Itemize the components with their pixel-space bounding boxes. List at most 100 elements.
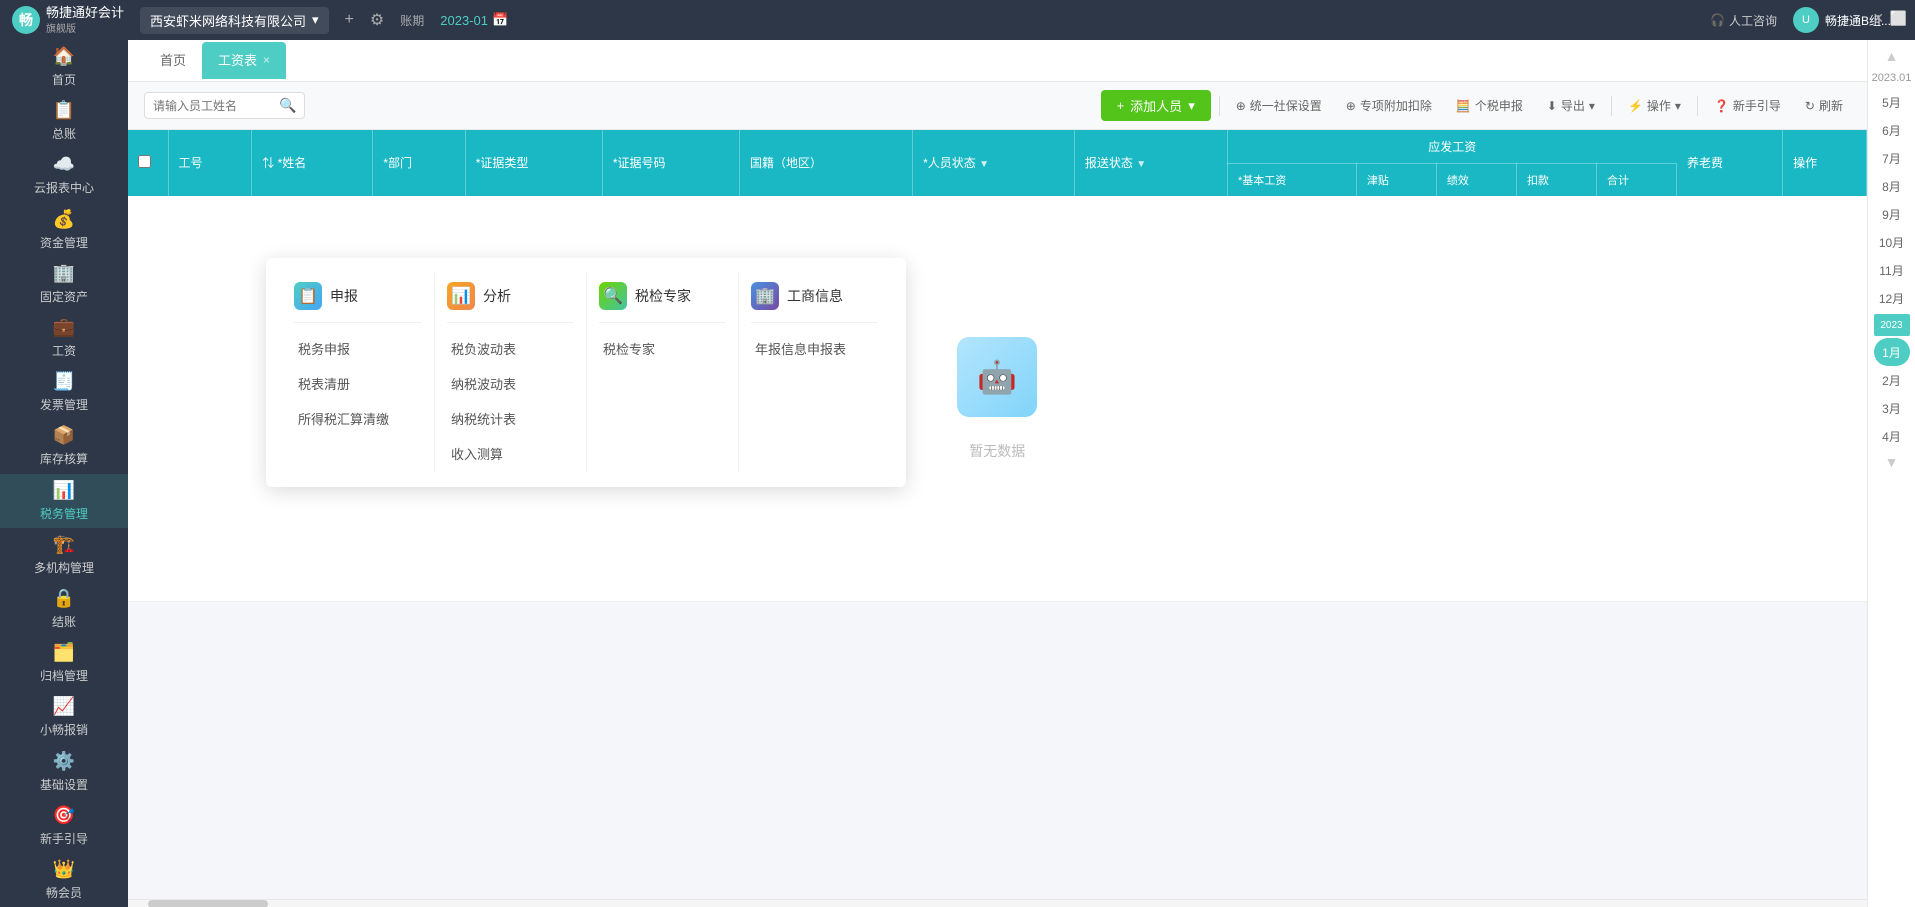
check-all[interactable] — [138, 155, 151, 168]
calendar-icon[interactable]: 📅 — [492, 12, 508, 28]
menu-item-tax-wave[interactable]: 税负波动表 — [447, 331, 574, 366]
extra-deduction-button[interactable]: ⊕ 专项附加扣除 — [1338, 92, 1440, 119]
main-layout: 🏠 首页 📋 总账 ☁️ 云报表中心 💰 资金管理 🏢 固定资产 💼 工资 🧾 … — [0, 40, 1915, 907]
sidebar-item-inventory[interactable]: 📦 库存核算 — [0, 419, 128, 473]
sidebar-item-archive[interactable]: 🗂️ 归档管理 — [0, 636, 128, 690]
sidebar-item-member[interactable]: 👑 畅会员 — [0, 853, 128, 907]
archive-icon: 🗂️ — [53, 642, 75, 663]
menu-item-tax-declare[interactable]: 税务申报 — [294, 331, 422, 366]
bottom-scrollbar[interactable] — [128, 899, 1867, 907]
menu-item-tax-flow[interactable]: 纳税波动表 — [447, 366, 574, 401]
month-item-6[interactable]: 6月 — [1874, 116, 1910, 144]
sidebar-label-home: 首页 — [52, 71, 76, 88]
menu-item-annual-report[interactable]: 年报信息申报表 — [751, 331, 878, 366]
panel-arrow-up[interactable]: ▲ — [1881, 44, 1903, 68]
sidebar-item-multi[interactable]: 🏗️ 多机构管理 — [0, 528, 128, 582]
settings-icon[interactable]: ⚙ — [370, 10, 384, 30]
guide-btn-icon: ❓ — [1714, 99, 1729, 113]
sidebar-label-settings: 基础设置 — [40, 776, 88, 793]
col-total: 合计 — [1596, 164, 1676, 197]
col-dept: *部门 — [373, 130, 465, 196]
social-icon: ⊕ — [1236, 99, 1246, 113]
search-input[interactable] — [153, 99, 273, 113]
tabs-bar: 首页 工资表 × — [128, 40, 1867, 82]
service-button[interactable]: 🎧 人工咨询 — [1710, 12, 1777, 29]
declaration-section-icon: 📋 — [294, 282, 322, 310]
content-area: 首页 工资表 × 🔍 + 添加人员 ▾ ⊕ 统一社保设置 — [128, 40, 1867, 907]
month-item-3[interactable]: 3月 — [1874, 394, 1910, 422]
sidebar-item-home[interactable]: 🏠 首页 — [0, 40, 128, 94]
avatar: U — [1793, 7, 1819, 33]
sidebar-item-ledger[interactable]: 📋 总账 — [0, 94, 128, 148]
add-person-button[interactable]: + 添加人员 ▾ — [1101, 90, 1211, 121]
col-allowance: 津贴 — [1356, 164, 1436, 197]
refresh-button[interactable]: ↻ 刷新 — [1797, 92, 1851, 119]
sidebar-item-tax[interactable]: 📊 税务管理 — [0, 474, 128, 528]
sidebar-label-member: 畅会员 — [46, 884, 82, 901]
panel-year-header: 2023.01 — [1872, 68, 1912, 88]
sidebar-label-archive: 归档管理 — [40, 667, 88, 684]
chevron-down-icon: ▾ — [312, 12, 319, 28]
tab-home-label: 首页 — [160, 50, 186, 69]
close-book-icon: 🔒 — [53, 588, 75, 609]
right-calendar-panel: ▲ 2023.01 5月 6月 7月 8月 9月 10月 11月 12月 202… — [1867, 40, 1915, 907]
operation-button[interactable]: ⚡ 操作 ▾ — [1620, 92, 1689, 119]
report-filter-icon[interactable]: ▼ — [1136, 159, 1146, 170]
col-status: *人员状态 ▼ — [913, 130, 1075, 196]
sidebar-item-invoice[interactable]: 🧾 发票管理 — [0, 365, 128, 419]
month-item-12[interactable]: 12月 — [1874, 284, 1910, 312]
col-base-salary: *基本工资 — [1227, 164, 1356, 197]
menu-item-tax-table[interactable]: 税表清册 — [294, 366, 422, 401]
sidebar-item-funds[interactable]: 💰 资金管理 — [0, 203, 128, 257]
headphone-icon: 🎧 — [1710, 13, 1725, 27]
panel-arrow-down[interactable]: ▼ — [1881, 450, 1903, 474]
sidebar-item-report[interactable]: 📈 小畅报销 — [0, 690, 128, 744]
col-name: ⇅ *姓名 — [252, 130, 373, 196]
sidebar-item-cloud[interactable]: ☁️ 云报表中心 — [0, 148, 128, 202]
window-close-icon[interactable]: × — [1873, 8, 1884, 29]
header-middle: + ⚙ 账期 2023-01 📅 — [345, 10, 509, 30]
scroll-thumb[interactable] — [148, 900, 268, 907]
month-item-9[interactable]: 9月 — [1874, 200, 1910, 228]
menu-section-expert: 🔍 税检专家 税检专家 — [586, 274, 738, 471]
export-button[interactable]: ⬇ 导出 ▾ — [1539, 92, 1603, 119]
multi-icon: 🏗️ — [53, 534, 75, 555]
window-maximize-icon[interactable]: ⬜ — [1890, 10, 1907, 27]
sidebar-item-salary[interactable]: 💼 工资 — [0, 311, 128, 365]
sidebar-label-assets: 固定资产 — [40, 288, 88, 305]
month-item-2[interactable]: 2月 — [1874, 366, 1910, 394]
tab-close-icon[interactable]: × — [263, 53, 270, 67]
sidebar-item-assets[interactable]: 🏢 固定资产 — [0, 257, 128, 311]
social-settings-button[interactable]: ⊕ 统一社保设置 — [1228, 92, 1330, 119]
sidebar-item-settings[interactable]: ⚙️ 基础设置 — [0, 744, 128, 798]
company-selector[interactable]: 西安虾米网络科技有限公司 ▾ — [140, 7, 329, 34]
menu-item-income-tax[interactable]: 所得税汇算清缴 — [294, 401, 422, 436]
month-item-11[interactable]: 11月 — [1874, 256, 1910, 284]
month-item-1-active[interactable]: 1月 — [1874, 338, 1910, 366]
tab-home[interactable]: 首页 — [144, 42, 202, 79]
col-check[interactable] — [128, 130, 168, 196]
new-guide-button[interactable]: ❓ 新手引导 — [1706, 92, 1789, 119]
sidebar-item-close[interactable]: 🔒 结账 — [0, 582, 128, 636]
refresh-icon: ↻ — [1805, 99, 1815, 113]
month-item-7[interactable]: 7月 — [1874, 144, 1910, 172]
menu-item-income-calc[interactable]: 收入测算 — [447, 436, 574, 471]
personal-tax-button[interactable]: 🧮 个税申报 — [1448, 92, 1531, 119]
status-filter-icon[interactable]: ▼ — [979, 159, 989, 170]
month-item-4[interactable]: 4月 — [1874, 422, 1910, 450]
month-item-10[interactable]: 10月 — [1874, 228, 1910, 256]
sidebar-item-guide[interactable]: 🎯 新手引导 — [0, 799, 128, 853]
plus-icon[interactable]: + — [345, 11, 354, 29]
menu-item-expert[interactable]: 税检专家 — [599, 331, 726, 366]
tax-dropdown-menu: 📋 申报 税务申报 税表清册 所得税汇算清缴 📊 分析 税负波动表 纳税波动表 … — [266, 258, 906, 487]
expert-title: 税检专家 — [635, 286, 691, 306]
month-item-5[interactable]: 5月 — [1874, 88, 1910, 116]
search-input-wrap: 🔍 — [144, 92, 305, 119]
menu-section-declaration-header: 📋 申报 — [294, 274, 422, 323]
col-country: 国籍（地区） — [739, 130, 912, 196]
logo-icon: 畅 — [12, 6, 40, 34]
tab-salary-table[interactable]: 工资表 × — [202, 42, 286, 79]
menu-item-tax-stats[interactable]: 纳税统计表 — [447, 401, 574, 436]
menu-section-analysis: 📊 分析 税负波动表 纳税波动表 纳税统计表 收入测算 — [434, 274, 586, 471]
month-item-8[interactable]: 8月 — [1874, 172, 1910, 200]
